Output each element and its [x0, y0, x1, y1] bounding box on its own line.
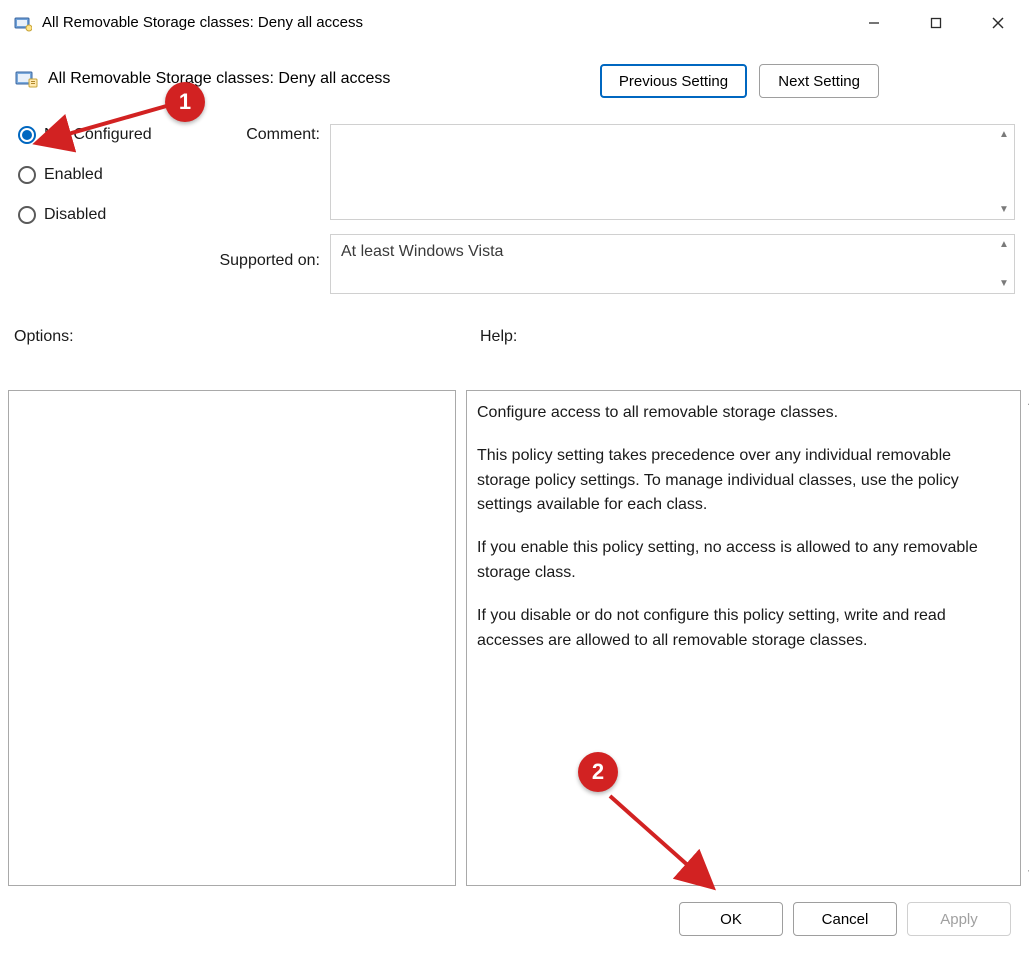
options-label: Options:	[14, 328, 480, 346]
help-label: Help:	[480, 328, 517, 346]
app-icon	[14, 14, 32, 32]
window-controls	[843, 0, 1029, 46]
comment-field[interactable]: ▲ ▼	[330, 124, 1015, 220]
scroll-down-icon: ▼	[996, 204, 1012, 215]
help-paragraph: If you disable or do not configure this …	[477, 604, 994, 654]
state-radio-group: Not Configured Enabled Disabled	[18, 126, 198, 246]
radio-icon	[18, 206, 36, 224]
radio-enabled[interactable]: Enabled	[18, 166, 198, 184]
policy-header-row: All Removable Storage classes: Deny all …	[0, 46, 1029, 96]
supported-on-text: At least Windows Vista	[331, 235, 1014, 269]
scroll-down-icon: ▼	[1022, 866, 1029, 882]
previous-setting-button[interactable]: Previous Setting	[600, 64, 747, 98]
field-labels: Comment: Supported on:	[200, 126, 320, 270]
apply-button[interactable]: Apply	[907, 902, 1011, 936]
help-paragraph: Configure access to all removable storag…	[477, 401, 994, 426]
help-pane[interactable]: Configure access to all removable storag…	[466, 390, 1021, 886]
scroll-up-icon: ▲	[1022, 395, 1029, 411]
radio-label: Enabled	[44, 166, 103, 184]
next-setting-button[interactable]: Next Setting	[759, 64, 879, 98]
ok-button[interactable]: OK	[679, 902, 783, 936]
supported-on-field: At least Windows Vista ▲ ▼	[330, 234, 1015, 294]
scroll-arrows: ▲ ▼	[996, 125, 1012, 219]
comment-label: Comment:	[200, 126, 320, 144]
supported-on-label: Supported on:	[200, 252, 320, 270]
cancel-button[interactable]: Cancel	[793, 902, 897, 936]
scroll-arrows: ▲ ▼	[1022, 391, 1029, 885]
policy-title: All Removable Storage classes: Deny all …	[48, 70, 390, 88]
radio-icon	[18, 126, 36, 144]
close-button[interactable]	[967, 0, 1029, 46]
help-paragraph: This policy setting takes precedence ove…	[477, 444, 994, 518]
minimize-icon	[867, 16, 881, 30]
maximize-button[interactable]	[905, 0, 967, 46]
radio-not-configured[interactable]: Not Configured	[18, 126, 198, 144]
radio-disabled[interactable]: Disabled	[18, 206, 198, 224]
scroll-up-icon: ▲	[996, 239, 1012, 250]
nav-buttons: Previous Setting Next Setting	[592, 64, 879, 98]
close-icon	[991, 16, 1005, 30]
help-paragraph: If you enable this policy setting, no ac…	[477, 536, 994, 586]
detail-panes: Configure access to all removable storag…	[8, 390, 1021, 886]
dialog-buttons: OK Cancel Apply	[679, 902, 1011, 936]
window-title: All Removable Storage classes: Deny all …	[42, 14, 363, 31]
minimize-button[interactable]	[843, 0, 905, 46]
radio-label: Disabled	[44, 206, 106, 224]
titlebar: All Removable Storage classes: Deny all …	[0, 0, 1029, 46]
maximize-icon	[929, 16, 943, 30]
radio-label: Not Configured	[44, 126, 152, 144]
scroll-down-icon: ▼	[996, 278, 1012, 289]
policy-icon	[14, 68, 40, 90]
scroll-up-icon: ▲	[996, 129, 1012, 140]
scroll-arrows: ▲ ▼	[996, 235, 1012, 293]
options-pane[interactable]	[8, 390, 456, 886]
config-area: Not Configured Enabled Disabled Comment:…	[0, 96, 1029, 346]
radio-icon	[18, 166, 36, 184]
